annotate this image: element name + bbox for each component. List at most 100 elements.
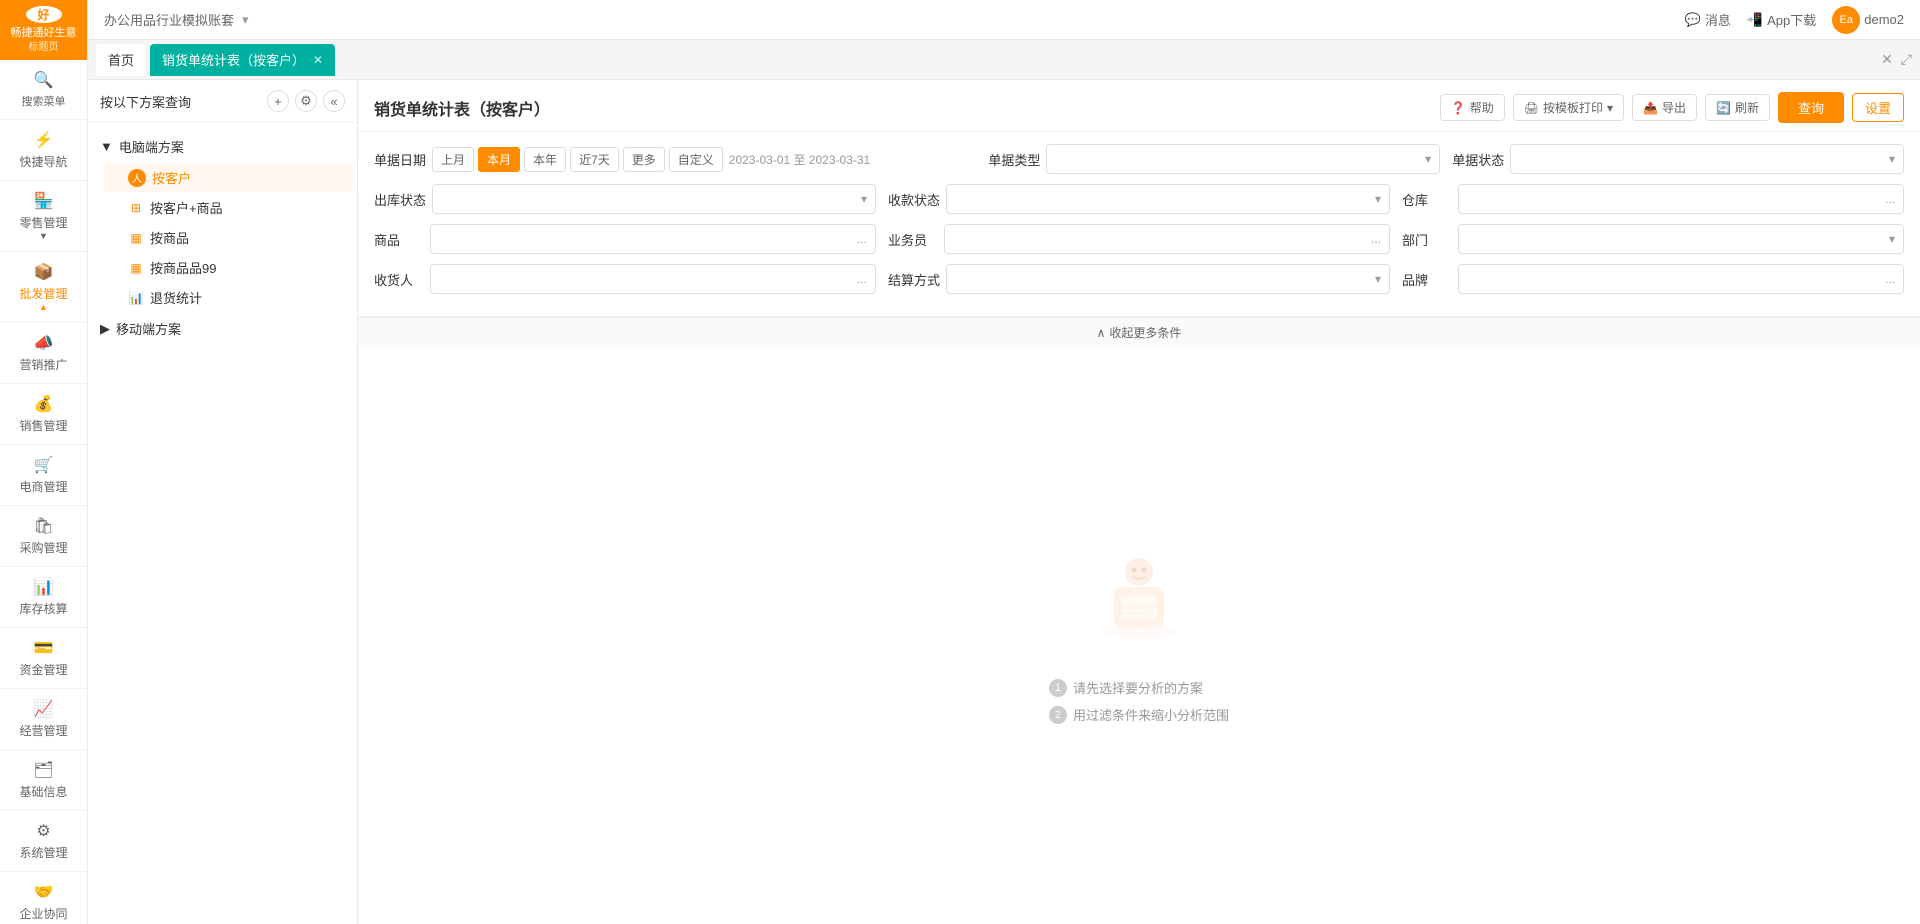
export-button[interactable]: 📤 导出	[1632, 94, 1697, 121]
app-download-button[interactable]: 📲 App下载	[1747, 10, 1816, 29]
tip-num-2: 2	[1049, 706, 1067, 724]
voucher-status-item: 单据状态 ▾	[1452, 144, 1904, 174]
chevron-down-icon-5: ▾	[1889, 232, 1895, 246]
sidebar-item-finance[interactable]: 💳 资金管理	[0, 628, 87, 689]
scheme-by-customer-goods[interactable]: ⊞ 按客户+商品	[104, 193, 353, 222]
add-scheme-button[interactable]: +	[267, 90, 289, 112]
refresh-button[interactable]: 🔄 刷新	[1705, 94, 1770, 121]
voucher-type-select[interactable]: ▾	[1046, 144, 1440, 174]
scheme-return-stat[interactable]: 📊 退货统计	[104, 283, 353, 312]
marketing-icon: 📣	[34, 333, 54, 353]
quicknav-icon: ⚡	[34, 130, 54, 150]
sidebar-item-cooperation[interactable]: 🤝 企业协同	[0, 872, 87, 924]
receiver-select[interactable]: ...	[430, 264, 876, 294]
table-icon: ▦	[128, 230, 144, 246]
out-status-item: 出库状态 ▾	[374, 184, 876, 214]
tab-maximize-button[interactable]: ⤢	[1901, 51, 1912, 68]
brand-label: 品牌	[1402, 270, 1452, 289]
tab-home[interactable]: 首页	[96, 44, 146, 76]
salesperson-label: 业务员	[888, 230, 938, 249]
filter-panel-title: 按以下方案查询	[100, 92, 191, 111]
filter-row-1: 单据日期 上月 本月 本年 近7天 更多 自定义 2023-03-01 至 20…	[374, 144, 1904, 174]
scheme-by-goods[interactable]: ▦ 按商品	[104, 223, 353, 252]
sidebar-item-operations[interactable]: 📈 经营管理	[0, 689, 87, 750]
tab-sales-stat[interactable]: 销货单统计表（按客户） ✕	[150, 44, 335, 76]
settings-button[interactable]: 设置	[1852, 93, 1904, 122]
date-options: 上月 本月 本年 近7天 更多 自定义	[432, 147, 723, 172]
date-btn-more[interactable]: 更多	[623, 147, 665, 172]
chevron-down-icon-4: ▾	[1375, 192, 1381, 206]
out-status-select[interactable]: ▾	[432, 184, 876, 214]
main-area: 办公用品行业模拟账套 ▾ 💬 消息 📲 App下载 Ea demo2 首页	[88, 0, 1920, 924]
date-label: 单据日期	[374, 150, 426, 169]
sidebar-item-wholesale[interactable]: 📦 批发管理 ▲	[0, 252, 87, 323]
user-avatar[interactable]: Ea demo2	[1832, 6, 1904, 34]
salesperson-select[interactable]: ...	[944, 224, 1390, 254]
empty-tip-1: 1 请先选择要分析的方案	[1049, 678, 1229, 697]
inventory-icon: 📊	[34, 577, 54, 597]
tree-collapsed-icon: ▶	[100, 321, 110, 337]
tab-close-icon[interactable]: ✕	[313, 53, 323, 67]
goods-label: 商品	[374, 230, 424, 249]
sidebar-item-ecommerce[interactable]: 🛒 电商管理	[0, 445, 87, 506]
sidebar-item-quicknav[interactable]: ⚡ 快捷导航	[0, 120, 87, 181]
scheme-tree: ▼ 电脑端方案 人 按客户 ⊞ 按客户+商品 ▦	[88, 123, 357, 352]
print-icon: 🖨	[1524, 101, 1539, 115]
salesperson-item: 业务员 ...	[888, 224, 1390, 254]
message-button[interactable]: 💬 消息	[1685, 10, 1731, 29]
sidebar-item-system[interactable]: ⚙ 系统管理	[0, 811, 87, 872]
goods-select[interactable]: ...	[430, 224, 876, 254]
scheme-by-goods-99[interactable]: ▦ 按商品品99	[104, 253, 353, 282]
dropdown-icon[interactable]: ▾	[242, 12, 249, 28]
sidebar-item-search[interactable]: 🔍 搜索菜单	[0, 60, 87, 120]
warehouse-item: 仓库 ...	[1402, 184, 1904, 214]
payment-item: 结算方式 ▾	[888, 264, 1390, 294]
help-icon: ❓	[1451, 101, 1466, 115]
filter-panel: 按以下方案查询 + ⚙ « ▼ 电脑端方案 人 按客户	[88, 80, 358, 924]
empty-tip-2: 2 用过滤条件来缩小分析范围	[1049, 705, 1229, 724]
warehouse-select[interactable]: ...	[1458, 184, 1904, 214]
avatar: Ea	[1832, 6, 1860, 34]
help-button[interactable]: ❓ 帮助	[1440, 94, 1505, 121]
date-btn-this-month[interactable]: 本月	[478, 147, 520, 172]
collapse-panel-button[interactable]: «	[323, 90, 345, 112]
mobile-scheme-group[interactable]: ▶ 移动端方案	[88, 313, 357, 344]
department-select[interactable]: ▾	[1458, 224, 1904, 254]
payment-select[interactable]: ▾	[946, 264, 1390, 294]
collect-status-select[interactable]: ▾	[946, 184, 1390, 214]
basic-icon: 🗂	[33, 760, 53, 780]
brand-select[interactable]: ...	[1458, 264, 1904, 294]
date-btn-7days[interactable]: 近7天	[570, 147, 619, 172]
page-title-bar: 销货单统计表（按客户） ❓ 帮助 🖨 按模板打印 ▾ 📤 导出	[358, 80, 1920, 132]
brand-item: 品牌 ...	[1402, 264, 1904, 294]
sidebar-item-retail[interactable]: 🏪 零售管理 ▼	[0, 181, 87, 252]
sidebar-item-sales[interactable]: 💰 销售管理	[0, 384, 87, 445]
page-actions: ❓ 帮助 🖨 按模板打印 ▾ 📤 导出 🔄 刷新	[1440, 92, 1904, 123]
date-filter-item: 单据日期 上月 本月 本年 近7天 更多 自定义 2023-03-01 至 20…	[374, 147, 976, 172]
search-icon: 🔍	[34, 70, 54, 90]
scheme-by-customer[interactable]: 人 按客户	[104, 163, 353, 192]
chevron-down-icon: ▾	[1425, 152, 1431, 166]
logo-icon: 好	[26, 6, 62, 23]
desktop-scheme-group[interactable]: ▼ 电脑端方案	[88, 131, 357, 162]
sidebar-item-basic[interactable]: 🗂 基础信息	[0, 750, 87, 811]
voucher-status-select[interactable]: ▾	[1510, 144, 1904, 174]
sidebar-item-marketing[interactable]: 📣 营销推广	[0, 323, 87, 384]
query-button[interactable]: 查询	[1778, 92, 1844, 123]
template-print-button[interactable]: 🖨 按模板打印 ▾	[1513, 94, 1624, 121]
date-btn-last-month[interactable]: 上月	[432, 147, 474, 172]
date-btn-this-year[interactable]: 本年	[524, 147, 566, 172]
filter-panel-header: 按以下方案查询 + ⚙ «	[88, 80, 357, 123]
logo-text: 畅捷通好生意 标题页	[11, 26, 77, 53]
sidebar-item-purchase[interactable]: 🛍 采购管理	[0, 506, 87, 567]
content-area: 销货单统计表（按客户） ❓ 帮助 🖨 按模板打印 ▾ 📤 导出	[358, 80, 1920, 924]
export-icon: 📤	[1643, 101, 1658, 115]
sidebar: 好 畅捷通好生意 标题页 🔍 搜索菜单 ⚡ 快捷导航 🏪 零售管理 ▼ 📦 批发…	[0, 0, 88, 924]
warehouse-label: 仓库	[1402, 190, 1452, 209]
settings-scheme-button[interactable]: ⚙	[295, 90, 317, 112]
collect-status-label: 收款状态	[888, 190, 940, 209]
date-btn-custom[interactable]: 自定义	[669, 147, 723, 172]
collapse-bar[interactable]: ∧ 收起更多条件	[358, 317, 1920, 347]
tab-close-button[interactable]: ✕	[1881, 51, 1893, 68]
sidebar-item-inventory[interactable]: 📊 库存核算	[0, 567, 87, 628]
